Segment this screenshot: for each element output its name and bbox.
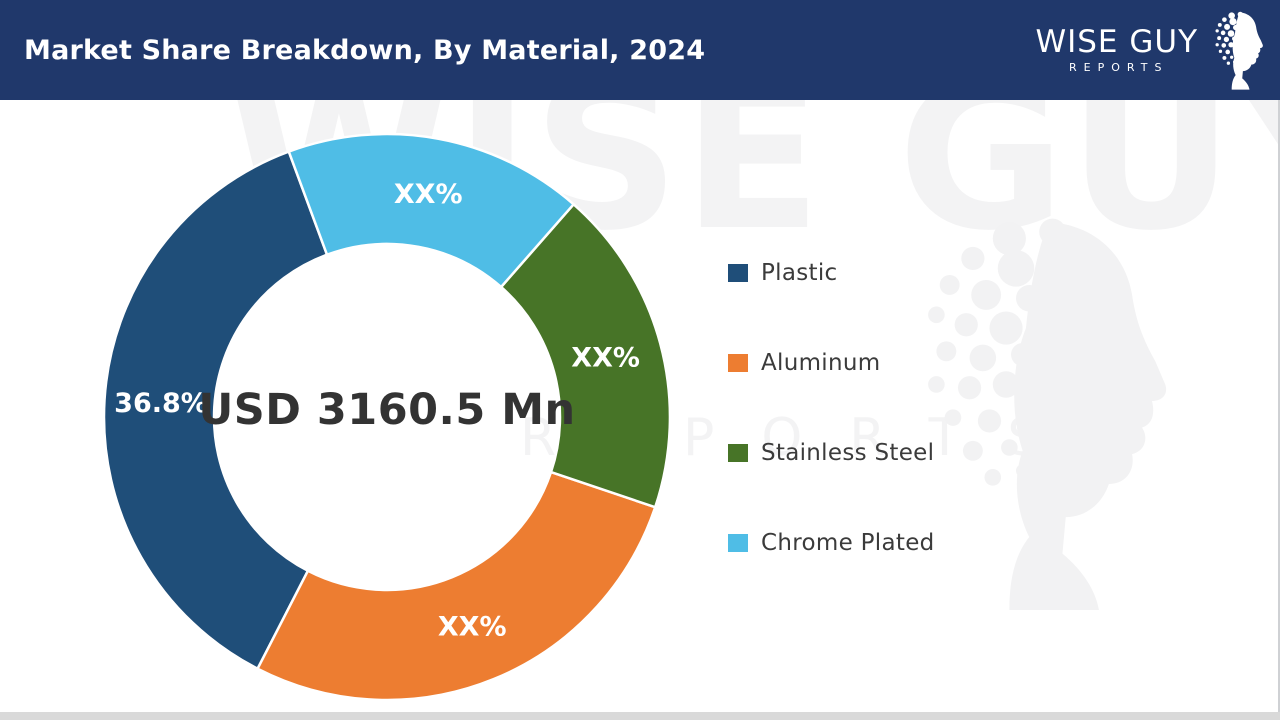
- legend-item-chrome-plated: Chrome Plated: [728, 525, 935, 561]
- logo-sub-text: REPORTS: [1069, 61, 1169, 74]
- legend-swatch-chrome-plated: [728, 534, 748, 552]
- legend-swatch-aluminum: [728, 354, 748, 372]
- donut-slice-aluminum: [256, 470, 657, 702]
- wise-guy-logo: WISE GUY REPORTS: [1035, 10, 1266, 90]
- logo-text: WISE GUY REPORTS: [1035, 24, 1198, 74]
- legend-swatch-stainless-steel: [728, 444, 748, 462]
- slice-label-aluminum: XX%: [438, 611, 507, 642]
- legend-item-plastic: Plastic: [728, 255, 935, 291]
- chart-canvas: WISE GUY REPORTS 36.8% XX% XX% XX% USD 3160…: [0, 100, 1280, 712]
- header-bar: Market Share Breakdown, By Material, 202…: [0, 0, 1280, 100]
- legend-item-aluminum: Aluminum: [728, 345, 935, 381]
- chart-legend: Plastic Aluminum Stainless Steel Chrome …: [728, 255, 935, 561]
- bottom-strip: [0, 712, 1280, 720]
- page-title: Market Share Breakdown, By Material, 202…: [24, 34, 706, 66]
- chart-center-value: USD 3160.5 Mn: [198, 385, 576, 435]
- legend-label-plastic: Plastic: [761, 260, 838, 286]
- slice-label-plastic: 36.8%: [114, 388, 208, 419]
- legend-label-stainless-steel: Stainless Steel: [761, 440, 935, 466]
- slice-label-stainless-steel: XX%: [571, 343, 640, 374]
- legend-label-chrome-plated: Chrome Plated: [761, 530, 935, 556]
- legend-swatch-plastic: [728, 264, 748, 282]
- donut-chart: 36.8% XX% XX% XX%: [102, 132, 672, 702]
- legend-item-stainless-steel: Stainless Steel: [728, 435, 935, 471]
- legend-label-aluminum: Aluminum: [761, 350, 881, 376]
- logo-brand-text: WISE GUY: [1035, 24, 1198, 60]
- logo-face-icon: [1215, 11, 1263, 90]
- report-chart-image: Market Share Breakdown, By Material, 202…: [0, 0, 1280, 720]
- slice-label-chrome-plated: XX%: [394, 179, 463, 210]
